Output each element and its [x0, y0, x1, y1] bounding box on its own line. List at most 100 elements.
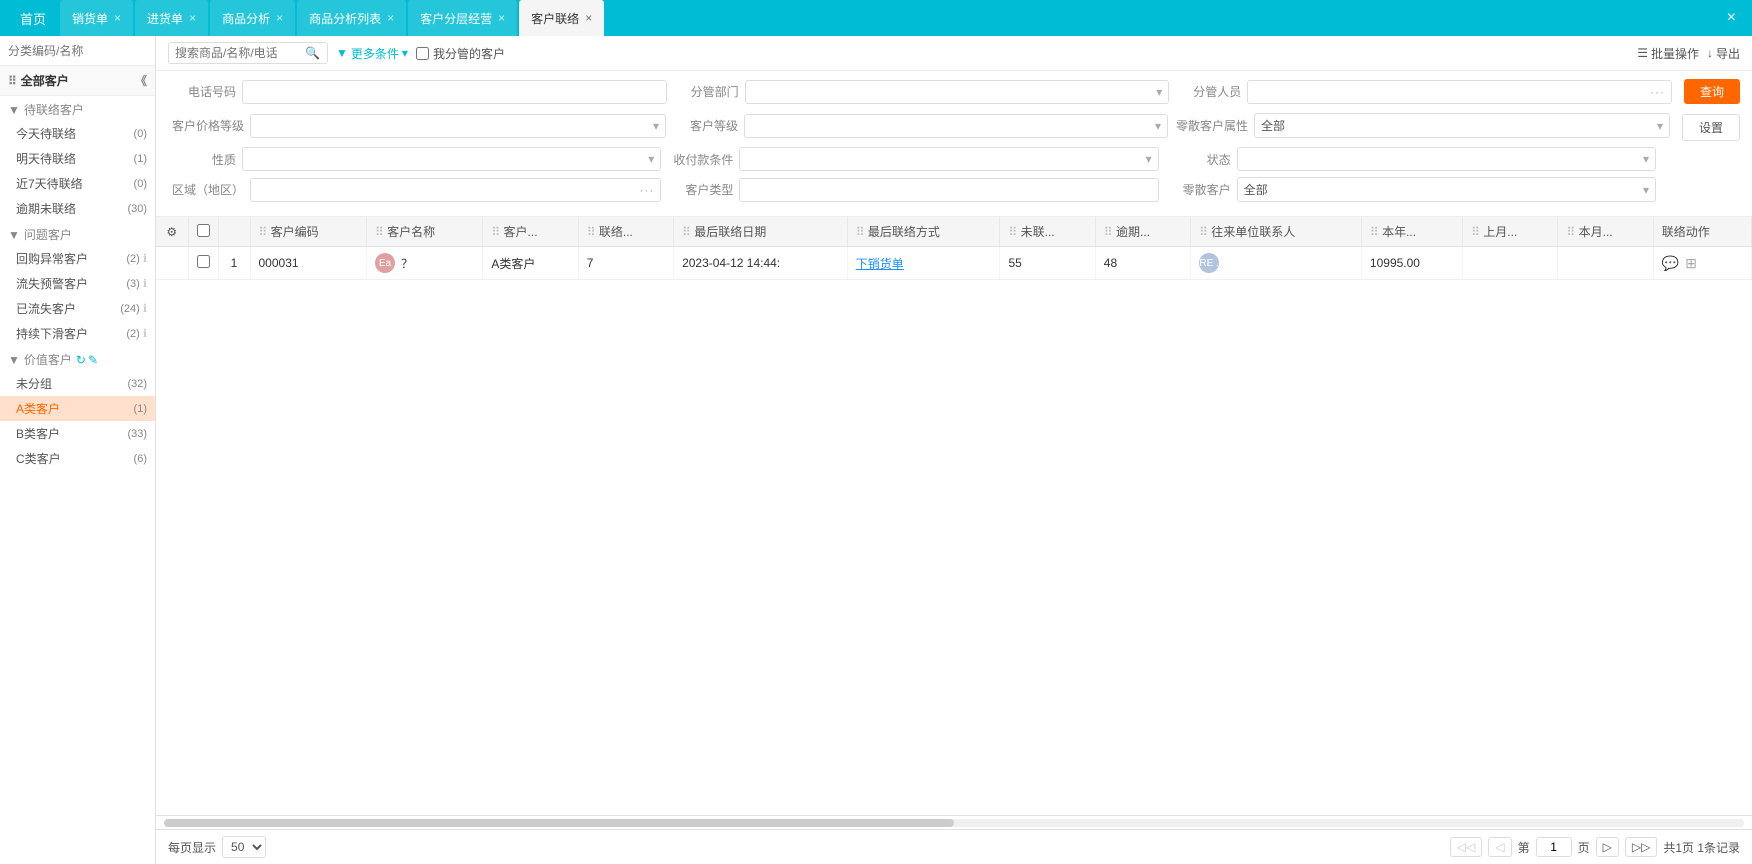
- item-count: (3): [126, 278, 139, 290]
- row-checkbox: [188, 247, 218, 280]
- qr-icon[interactable]: ⊞: [1685, 255, 1697, 272]
- col-settings[interactable]: ⚙: [156, 217, 188, 247]
- category-search-input[interactable]: [8, 44, 156, 58]
- first-page-button[interactable]: ◁◁: [1450, 837, 1482, 857]
- col-checkbox: [188, 217, 218, 247]
- settings-button[interactable]: 设置: [1682, 114, 1740, 141]
- region-input[interactable]: ···: [250, 178, 661, 202]
- chat-icon[interactable]: 💬: [1662, 255, 1679, 272]
- chevron-down-icon: ▾: [1643, 183, 1649, 197]
- select-all-checkbox[interactable]: [197, 224, 210, 237]
- scrollbar-thumb[interactable]: [164, 819, 954, 827]
- item-count: (24): [120, 303, 140, 315]
- row-select-checkbox[interactable]: [197, 255, 210, 268]
- close-icon[interactable]: ×: [276, 11, 283, 25]
- sidebar-item-churn-warning[interactable]: 流失预警客户 (3) ℹ: [0, 271, 155, 296]
- sidebar-item-unclassified[interactable]: 未分组 (32): [0, 371, 155, 396]
- arrow-icon: ▼: [8, 228, 20, 242]
- nav-tab-analysis[interactable]: 商品分析 ×: [210, 0, 295, 36]
- nav-tab-label: 商品分析列表: [309, 10, 381, 27]
- sidebar-item-b-class[interactable]: B类客户 (33): [0, 421, 155, 446]
- nav-tab-purchase[interactable]: 进货单 ×: [135, 0, 208, 36]
- payment-select[interactable]: ▾: [739, 147, 1158, 171]
- sidebar-item-7days[interactable]: 近7天待联络 (0): [0, 171, 155, 196]
- global-close-button[interactable]: ×: [1719, 9, 1744, 27]
- status-select[interactable]: ▾: [1237, 147, 1656, 171]
- query-button[interactable]: 查询: [1684, 79, 1740, 104]
- all-customers-label: 全部客户: [21, 72, 69, 89]
- search-icon[interactable]: 🔍: [305, 46, 320, 60]
- row-action-icons: 💬 ⊞: [1653, 247, 1751, 280]
- customer-search-input[interactable]: [175, 46, 305, 60]
- close-icon[interactable]: ×: [114, 11, 121, 25]
- sidebar-item-repurchase-anomaly[interactable]: 回购异常客户 (2) ℹ: [0, 246, 155, 271]
- row-contact-count: 7: [578, 247, 673, 280]
- dept-select[interactable]: ▾: [745, 80, 1170, 104]
- item-label: A类客户: [16, 400, 60, 417]
- sidebar-item-overdue[interactable]: 逾期未联络 (30): [0, 196, 155, 221]
- manager-input[interactable]: ···: [1247, 80, 1672, 104]
- avatar: Ea: [375, 253, 395, 273]
- last-contact-link[interactable]: 下销货单: [856, 257, 904, 271]
- col-uncontacted: ⠿ 未联...: [1000, 217, 1095, 247]
- retail-customer-select[interactable]: 全部 ▾: [1237, 177, 1656, 202]
- more-filter-button[interactable]: ▼ 更多条件 ▾: [336, 45, 408, 62]
- close-icon[interactable]: ×: [189, 11, 196, 25]
- dept-label: 分管部门: [675, 83, 745, 100]
- page-number-input[interactable]: [1536, 837, 1572, 857]
- item-label: 未分组: [16, 375, 52, 392]
- refresh-icon[interactable]: ↻: [76, 353, 86, 367]
- nav-home[interactable]: 首页: [8, 0, 58, 36]
- my-customer-check[interactable]: [416, 47, 429, 60]
- batch-operation-button[interactable]: ☰ 批量操作: [1637, 45, 1699, 62]
- sidebar-group-problem[interactable]: ▼ 问题客户: [0, 221, 155, 246]
- nature-select[interactable]: ▾: [242, 147, 661, 171]
- col-drag-handle: ⠿: [587, 225, 596, 239]
- sidebar-group-value[interactable]: ▼ 价值客户 ↻ ✎: [0, 346, 155, 371]
- nav-tab-customer-contact[interactable]: 客户联络 ×: [519, 0, 604, 36]
- sidebar-item-a-class[interactable]: A类客户 (1): [0, 396, 155, 421]
- all-customers-header[interactable]: ⠿ 全部客户 《: [0, 66, 155, 96]
- item-label: 近7天待联络: [16, 175, 83, 192]
- phone-input[interactable]: [242, 80, 667, 104]
- customer-level-select[interactable]: ▾: [744, 114, 1168, 138]
- item-label: 今天待联络: [16, 125, 76, 142]
- close-icon[interactable]: ×: [387, 11, 394, 25]
- sidebar-item-declining[interactable]: 持续下滑客户 (2) ℹ: [0, 321, 155, 346]
- price-level-select[interactable]: ▾: [250, 114, 666, 138]
- filter-cell-customer-level: 客户等级 ▾: [670, 114, 1172, 138]
- chevron-down-icon: ▾: [1155, 119, 1161, 133]
- edit-icon[interactable]: ✎: [88, 353, 98, 367]
- sidebar-group-pending[interactable]: ▼ 待联络客户: [0, 96, 155, 121]
- next-page-button[interactable]: ▷: [1596, 837, 1619, 857]
- item-count: (30): [127, 203, 147, 215]
- nav-tab-analysis-list[interactable]: 商品分析列表 ×: [297, 0, 406, 36]
- nav-tab-sales[interactable]: 销货单 ×: [60, 0, 133, 36]
- nav-tab-customer-mgmt[interactable]: 客户分层经营 ×: [408, 0, 517, 36]
- customer-table: ⚙ ⠿ 客户编码 ⠿ 客户名称: [156, 217, 1752, 280]
- col-this-year: ⠿ 本年...: [1361, 217, 1462, 247]
- sidebar-item-churned[interactable]: 已流失客户 (24) ℹ: [0, 296, 155, 321]
- sidebar-item-today[interactable]: 今天待联络 (0): [0, 121, 155, 146]
- row-num: 1: [218, 247, 250, 280]
- col-last-contact-method: ⠿ 最后联络方式: [847, 217, 1000, 247]
- customer-type-input[interactable]: [739, 178, 1158, 202]
- export-icon: ↓: [1707, 46, 1713, 60]
- close-icon[interactable]: ×: [585, 11, 592, 25]
- sidebar-item-tomorrow[interactable]: 明天待联络 (1): [0, 146, 155, 171]
- prev-page-button[interactable]: ◁: [1488, 837, 1511, 857]
- item-count: (2): [126, 253, 139, 265]
- page-size-select[interactable]: 50: [222, 836, 266, 858]
- col-label: 最后联络方式: [868, 225, 940, 239]
- export-button[interactable]: ↓ 导出: [1707, 45, 1740, 62]
- retail-attr-select[interactable]: 全部 ▾: [1254, 113, 1670, 138]
- info-icon: ℹ: [143, 277, 147, 290]
- collapse-icon[interactable]: 《: [135, 72, 147, 89]
- row-this-month: [1558, 247, 1653, 280]
- close-icon[interactable]: ×: [498, 11, 505, 25]
- payment-label: 收付款条件: [669, 151, 739, 168]
- sidebar-item-c-class[interactable]: C类客户 (6): [0, 446, 155, 471]
- filter-icon: ▼: [336, 46, 348, 60]
- last-page-button[interactable]: ▷▷: [1625, 837, 1657, 857]
- row-this-year: 10995.00: [1361, 247, 1462, 280]
